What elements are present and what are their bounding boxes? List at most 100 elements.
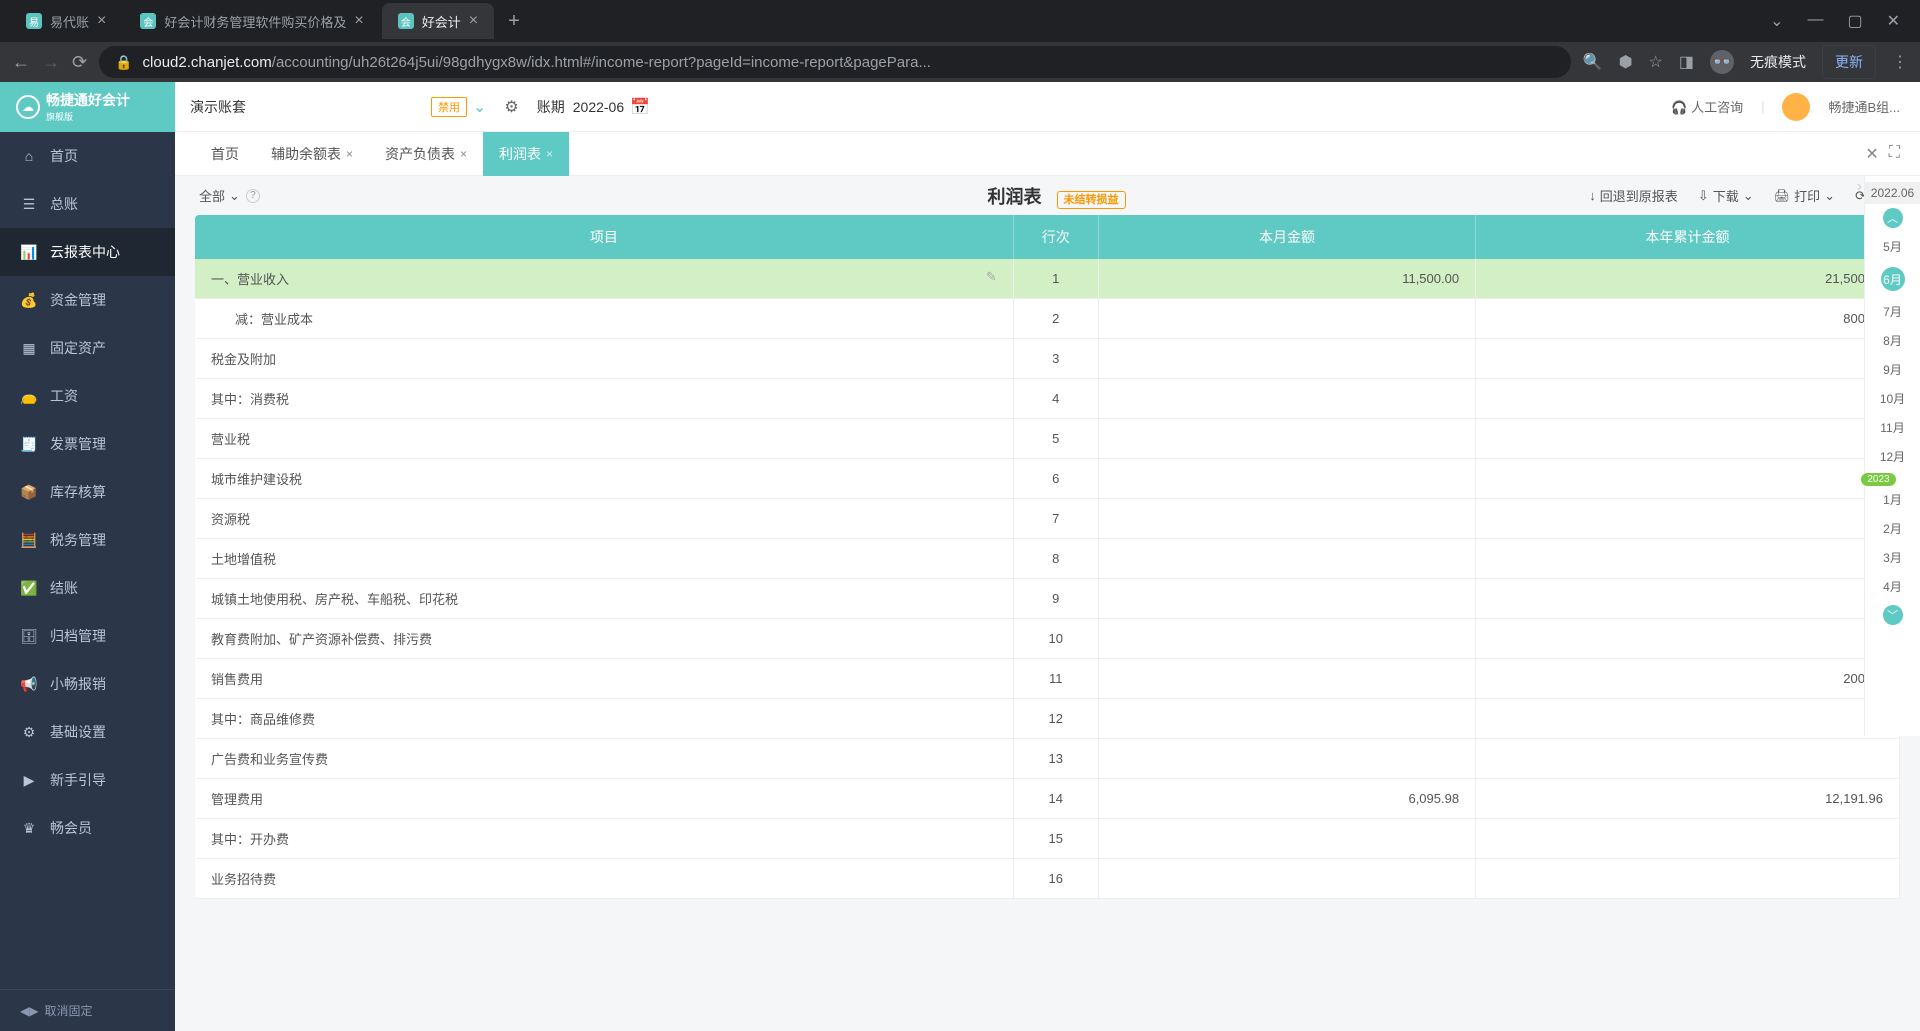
tab-资产负债表[interactable]: 资产负债表× <box>369 132 483 176</box>
revert-button[interactable]: ↓ 回退到原报表 <box>1589 186 1678 205</box>
month-item[interactable]: 9月 <box>1865 355 1920 384</box>
url-input[interactable]: 🔒 cloud2.chanjet.com/accounting/uh26t264… <box>99 46 1571 78</box>
support-link[interactable]: 🎧 人工咨询 <box>1671 97 1743 116</box>
table-row[interactable]: 减：营业成本 2 800.00 <box>195 299 1900 339</box>
cell-row: 16 <box>1013 859 1098 899</box>
sidebar-item-总账[interactable]: ☰总账 <box>0 180 175 228</box>
sidebar-item-发票管理[interactable]: 🧾发票管理 <box>0 420 175 468</box>
table-row[interactable]: 广告费和业务宣传费 13 <box>195 739 1900 779</box>
browser-address-bar: ← → ⟳ 🔒 cloud2.chanjet.com/accounting/uh… <box>0 42 1920 82</box>
back-icon[interactable]: ← <box>12 52 30 73</box>
table-row[interactable]: 营业税 5 <box>195 419 1900 459</box>
close-window-icon[interactable]: ✕ <box>1887 11 1900 31</box>
sidebar-item-小畅报销[interactable]: 📢小畅报销 <box>0 660 175 708</box>
extension-icon[interactable]: ⬢ <box>1619 52 1633 72</box>
account-selector[interactable]: 演示账套 <box>190 97 246 117</box>
close-icon[interactable]: × <box>546 147 553 161</box>
month-item[interactable]: 11月 <box>1865 413 1920 442</box>
window-controls: ⌄ — ▢ ✕ <box>1750 11 1920 31</box>
sidebar-item-结账[interactable]: ✅结账 <box>0 564 175 612</box>
sidebar-label: 固定资产 <box>50 338 106 358</box>
tab-辅助余额表[interactable]: 辅助余额表× <box>255 132 369 176</box>
calendar-icon[interactable]: 📅 <box>630 97 650 117</box>
month-item[interactable]: 8月 <box>1865 326 1920 355</box>
period-value[interactable]: 2022-06 <box>573 99 624 115</box>
star-icon[interactable]: ☆ <box>1649 52 1663 72</box>
cell-month <box>1098 579 1475 619</box>
sidebar-item-归档管理[interactable]: 🗄归档管理 <box>0 612 175 660</box>
browser-tab-0[interactable]: 易 易代账 × <box>10 3 122 39</box>
close-icon[interactable]: × <box>354 12 363 30</box>
month-item[interactable]: 12月 <box>1865 442 1920 471</box>
table-row[interactable]: 资源税 7 <box>195 499 1900 539</box>
chevron-down-icon[interactable]: ⌄ <box>1770 11 1783 31</box>
sidebar-item-畅会员[interactable]: ♛畅会员 <box>0 804 175 852</box>
month-item[interactable]: 3月 <box>1865 543 1920 572</box>
print-button[interactable]: 🖨 打印 ⌄ <box>1774 186 1835 205</box>
search-icon[interactable]: 🔍 <box>1583 52 1603 72</box>
close-all-icon[interactable]: ✕ <box>1865 144 1878 164</box>
cell-name: 一、营业收入✎ <box>195 259 1013 299</box>
tab-首页[interactable]: 首页 <box>195 132 255 176</box>
close-icon[interactable]: × <box>469 12 478 30</box>
sidebar-item-云报表中心[interactable]: 📊云报表中心 <box>0 228 175 276</box>
table-row[interactable]: 销售费用 11 200.00 <box>195 659 1900 699</box>
logo[interactable]: ☁ 畅捷通好会计 旗舰版 <box>0 82 175 132</box>
page-tabs: 首页辅助余额表×资产负债表×利润表× ✕ ⛶ <box>175 132 1920 176</box>
fullscreen-icon[interactable]: ⛶ <box>1889 144 1900 164</box>
help-icon[interactable]: ? <box>246 189 260 203</box>
panel-icon[interactable]: ◨ <box>1679 52 1694 72</box>
sidebar-item-新手引导[interactable]: ▶新手引导 <box>0 756 175 804</box>
close-icon[interactable]: × <box>346 147 353 161</box>
chevron-down-icon[interactable]: ⌄ <box>473 97 486 117</box>
sidebar-item-库存核算[interactable]: 📦库存核算 <box>0 468 175 516</box>
tab-利润表[interactable]: 利润表× <box>483 132 569 176</box>
edit-icon[interactable]: ✎ <box>986 269 997 285</box>
filter-dropdown[interactable]: 全部 ⌄ <box>199 186 240 205</box>
month-item[interactable]: 2月 <box>1865 514 1920 543</box>
table-row[interactable]: 其中：开办费 15 <box>195 819 1900 859</box>
sidebar-item-首页[interactable]: ⌂首页 <box>0 132 175 180</box>
month-item[interactable]: 5月 <box>1865 232 1920 261</box>
table-row[interactable]: 管理费用 14 6,095.98 12,191.96 <box>195 779 1900 819</box>
avatar[interactable] <box>1782 93 1810 121</box>
minimize-icon[interactable]: — <box>1807 11 1823 31</box>
sidebar-item-固定资产[interactable]: ▦固定资产 <box>0 324 175 372</box>
scroll-up-icon[interactable]: ︿ <box>1883 208 1903 228</box>
table-row[interactable]: 其中：消费税 4 <box>195 379 1900 419</box>
browser-tab-1[interactable]: 会 好会计财务管理软件购买价格及 × <box>124 3 379 39</box>
month-item[interactable]: 1月 <box>1865 485 1920 514</box>
table-row[interactable]: 业务招待费 16 <box>195 859 1900 899</box>
reload-icon[interactable]: ⟳ <box>72 52 87 73</box>
scroll-right-icon[interactable]: › <box>1857 178 1862 196</box>
gear-icon[interactable]: ⚙ <box>504 97 518 117</box>
table-row[interactable]: 其中：商品维修费 12 <box>195 699 1900 739</box>
table-row[interactable]: 税金及附加 3 <box>195 339 1900 379</box>
close-icon[interactable]: × <box>460 147 467 161</box>
table-row[interactable]: 教育费附加、矿产资源补偿费、排污费 10 <box>195 619 1900 659</box>
cancel-pin-button[interactable]: ◀▶ 取消固定 <box>0 989 175 1031</box>
close-icon[interactable]: × <box>97 12 106 30</box>
table-row[interactable]: 城市维护建设税 6 <box>195 459 1900 499</box>
new-tab-button[interactable]: + <box>496 10 532 33</box>
table-row[interactable]: 城镇土地使用税、房产税、车船税、印花税 9 <box>195 579 1900 619</box>
month-item[interactable]: 7月 <box>1865 297 1920 326</box>
sidebar-item-资金管理[interactable]: 💰资金管理 <box>0 276 175 324</box>
month-item[interactable]: 10月 <box>1865 384 1920 413</box>
sidebar-item-税务管理[interactable]: 🧮税务管理 <box>0 516 175 564</box>
download-button[interactable]: ⇩ 下载 ⌄ <box>1698 186 1754 205</box>
table-row[interactable]: 一、营业收入✎ 1 11,500.00 21,500.00 <box>195 259 1900 299</box>
forward-icon[interactable]: → <box>42 52 60 73</box>
scroll-down-icon[interactable]: ﹀ <box>1883 605 1903 625</box>
update-button[interactable]: 更新 <box>1822 45 1876 79</box>
sidebar-item-工资[interactable]: 👝工资 <box>0 372 175 420</box>
table-row[interactable]: 土地增值税 8 <box>195 539 1900 579</box>
sidebar-item-基础设置[interactable]: ⚙基础设置 <box>0 708 175 756</box>
month-item[interactable]: 4月 <box>1865 572 1920 601</box>
browser-tab-2[interactable]: 会 好会计 × <box>382 3 494 39</box>
cell-year <box>1476 459 1900 499</box>
menu-icon[interactable]: ⋮ <box>1892 52 1908 72</box>
maximize-icon[interactable]: ▢ <box>1847 11 1862 31</box>
username[interactable]: 畅捷通B组... <box>1828 97 1900 116</box>
month-item[interactable]: 6月 <box>1865 261 1920 297</box>
